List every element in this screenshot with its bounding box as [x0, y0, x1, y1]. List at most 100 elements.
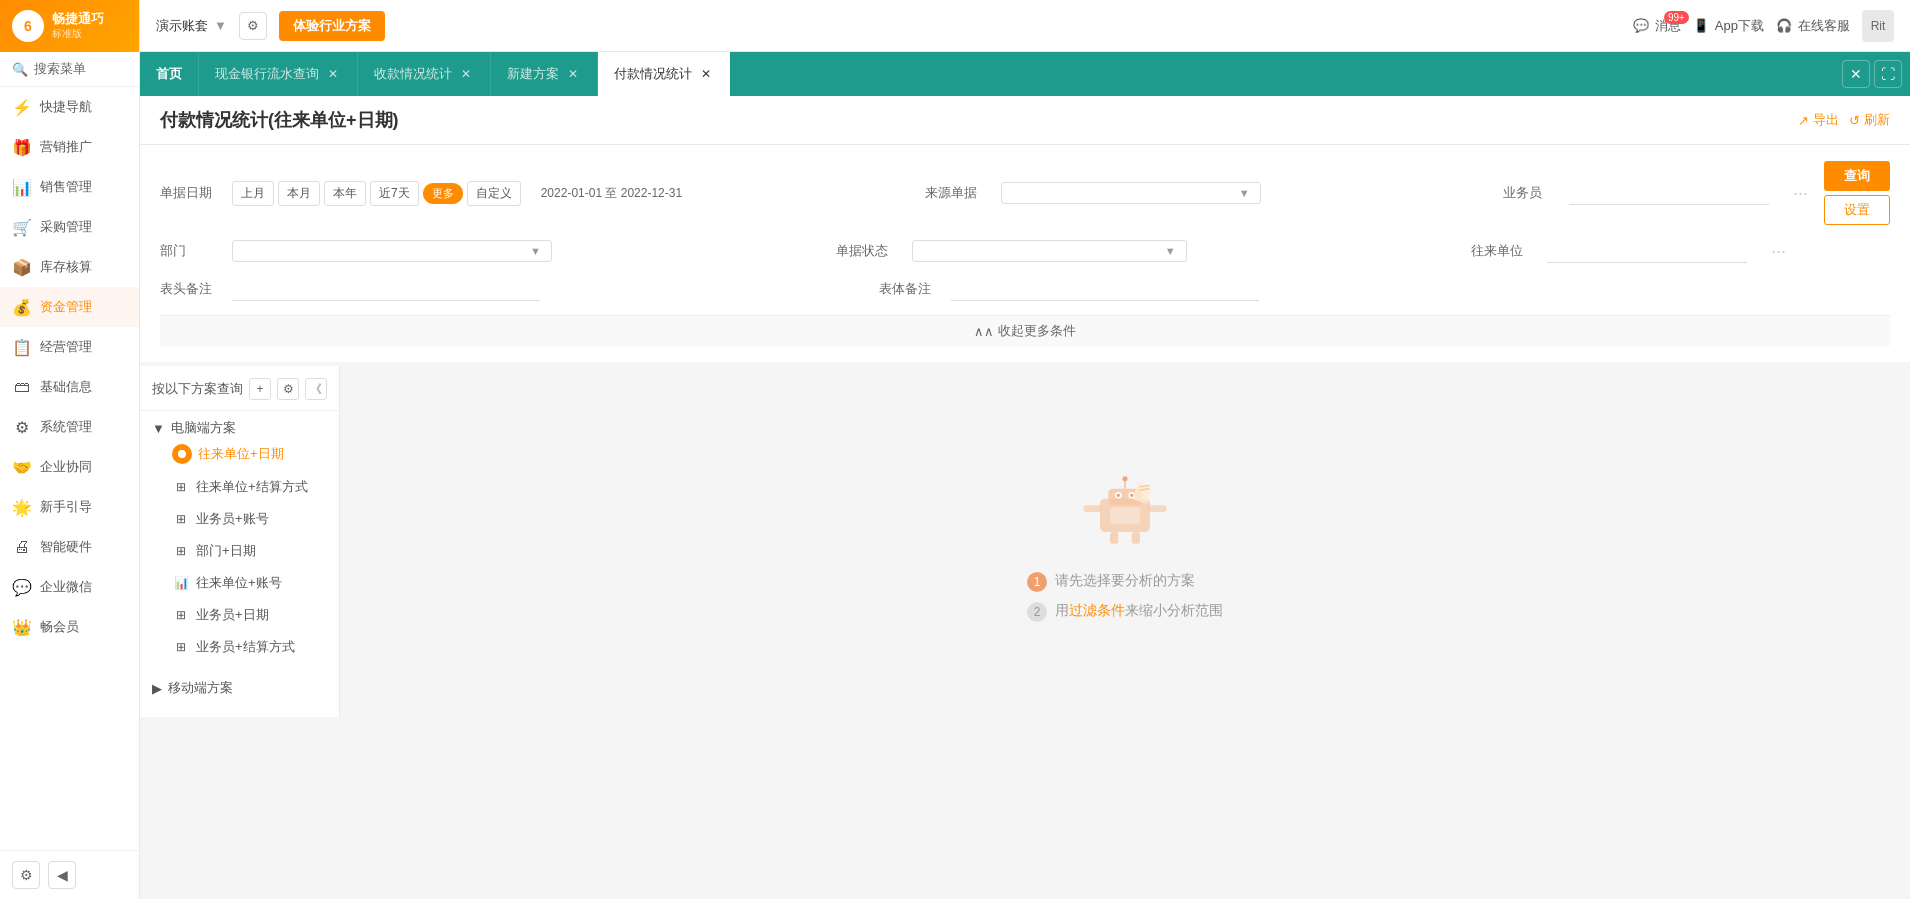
category-title[interactable]: ▼ 电脑端方案 [152, 419, 327, 437]
staff-label: 业务员 [1503, 184, 1553, 202]
staff-more-icon[interactable]: ··· [1793, 183, 1808, 204]
date-btn-last-month[interactable]: 上月 [232, 181, 274, 206]
date-btn-7days[interactable]: 近7天 [370, 181, 419, 206]
staff-input[interactable] [1569, 181, 1769, 205]
header-settings-btn[interactable]: ⚙ [239, 12, 267, 40]
date-range-text: 2022-01-01 至 2022-12-31 [541, 185, 682, 202]
tab-receipt-stat[interactable]: 收款情况统计 ✕ [358, 52, 491, 96]
scheme-label: 往来单位+账号 [196, 574, 282, 592]
scheme-label: 业务员+日期 [196, 606, 269, 624]
sidebar-item-finance[interactable]: 💰 资金管理 [0, 287, 139, 327]
sidebar-brand: 畅捷通巧 标准版 [52, 11, 104, 42]
svg-point-0 [178, 450, 186, 458]
sidebar-item-hardware[interactable]: 🖨 智能硬件 [0, 527, 139, 567]
sidebar-item-quick-nav[interactable]: ⚡ 快捷导航 [0, 87, 139, 127]
sidebar-item-marketing[interactable]: 🎁 营销推广 [0, 127, 139, 167]
sidebar-search[interactable]: 🔍 搜索菜单 [0, 52, 139, 87]
message-badge: 99+ [1664, 11, 1689, 24]
user-avatar[interactable]: Rit [1862, 10, 1894, 42]
tab-close-icon[interactable]: ✕ [325, 66, 341, 82]
tab-close-icon[interactable]: ✕ [458, 66, 474, 82]
sidebar-item-operation[interactable]: 📋 经营管理 [0, 327, 139, 367]
date-btn-custom[interactable]: 自定义 [467, 181, 521, 206]
tab-new-scheme[interactable]: 新建方案 ✕ [491, 52, 598, 96]
main-area: 演示账套 ▼ ⚙ 体验行业方案 💬 消息 99+ 📱 App下载 🎧 在线客服 … [140, 0, 1910, 899]
scheme-staff-date[interactable]: ⊞ 业务员+日期 [164, 599, 327, 631]
tab-expand-btn[interactable]: ⛶ [1874, 60, 1902, 88]
sidebar-item-member[interactable]: 👑 畅会员 [0, 607, 139, 647]
scheme-partner-settle[interactable]: ⊞ 往来单位+结算方式 [164, 471, 327, 503]
tab-home[interactable]: 首页 [140, 52, 199, 96]
scheme-dept-date[interactable]: ⊞ 部门+日期 [164, 535, 327, 567]
hint-text-1: 请先选择要分析的方案 [1055, 572, 1195, 590]
doc-status-select[interactable]: ▼ [912, 240, 1186, 262]
chevron-down-icon: ▼ [530, 245, 541, 257]
footer-collapse-btn[interactable]: ◀ [48, 861, 76, 889]
tab-label: 新建方案 [507, 65, 559, 83]
page-title: 付款情况统计(往来单位+日期) [160, 108, 399, 132]
scheme-partner-account[interactable]: 📊 往来单位+账号 [164, 567, 327, 599]
sidebar-item-guide[interactable]: 🌟 新手引导 [0, 487, 139, 527]
collapse-panel-btn[interactable]: 《 [305, 378, 327, 400]
scheme-category-mobile: ▶ 移动端方案 [140, 671, 339, 705]
trial-btn[interactable]: 体验行业方案 [279, 11, 385, 41]
refresh-btn[interactable]: ↺ 刷新 [1849, 111, 1890, 129]
category-label: 电脑端方案 [171, 419, 236, 437]
tab-payment-stat[interactable]: 付款情况统计 ✕ [598, 52, 730, 96]
chevron-down-icon: ▼ [1165, 245, 1176, 257]
table-icon: ⊞ [172, 478, 190, 496]
collapse-btn[interactable]: ∧∧ 收起更多条件 [160, 315, 1890, 346]
sidebar-item-inventory[interactable]: 📦 库存核算 [0, 247, 139, 287]
tab-close-icon[interactable]: ✕ [698, 66, 714, 82]
sidebar-header: 6 畅捷通巧 标准版 [0, 0, 139, 52]
svg-rect-13 [1110, 507, 1140, 524]
top-header: 演示账套 ▼ ⚙ 体验行业方案 💬 消息 99+ 📱 App下载 🎧 在线客服 … [140, 0, 1910, 52]
dept-select[interactable]: ▼ [232, 240, 552, 262]
sidebar-item-purchase[interactable]: 🛒 采购管理 [0, 207, 139, 247]
table-icon: ⊞ [172, 606, 190, 624]
tab-close-all-btn[interactable]: ✕ [1842, 60, 1870, 88]
date-btn-more[interactable]: 更多 [423, 183, 463, 204]
tab-bank-flow[interactable]: 现金银行流水查询 ✕ [199, 52, 358, 96]
message-btn[interactable]: 💬 消息 99+ [1633, 17, 1681, 35]
doc-status-label: 单据状态 [836, 242, 896, 260]
date-btn-this-month[interactable]: 本月 [278, 181, 320, 206]
category-title-mobile[interactable]: ▶ 移动端方案 [152, 679, 327, 697]
sidebar-label: 新手引导 [40, 498, 92, 516]
service-btn[interactable]: 🎧 在线客服 [1776, 17, 1850, 35]
sidebar-item-enterprise[interactable]: 🤝 企业协同 [0, 447, 139, 487]
service-label: 在线客服 [1798, 17, 1850, 35]
partner-input[interactable] [1547, 239, 1747, 263]
settings-btn[interactable]: 设置 [1824, 195, 1890, 225]
app-download-btn[interactable]: 📱 App下载 [1693, 17, 1764, 35]
tab-close-icon[interactable]: ✕ [565, 66, 581, 82]
scheme-settings-btn[interactable]: ⚙ [277, 378, 299, 400]
scheme-partner-date[interactable]: 往来单位+日期 [164, 437, 327, 471]
scheme-label: 往来单位+结算方式 [196, 478, 308, 496]
header-remark-input[interactable] [232, 277, 540, 301]
sidebar-label: 营销推广 [40, 138, 92, 156]
sidebar-item-basic[interactable]: 🗃 基础信息 [0, 367, 139, 407]
app-icon: 📱 [1693, 18, 1709, 33]
add-scheme-btn[interactable]: + [249, 378, 271, 400]
sidebar-label: 畅会员 [40, 618, 79, 636]
query-btn[interactable]: 查询 [1824, 161, 1890, 191]
body-remark-input[interactable] [951, 277, 1259, 301]
sidebar-item-sales[interactable]: 📊 销售管理 [0, 167, 139, 207]
left-panel: 按以下方案查询 + ⚙ 《 ▼ 电脑端方案 [140, 366, 340, 717]
source-select[interactable]: ▼ [1001, 182, 1261, 204]
org-selector[interactable]: 演示账套 ▼ [156, 17, 227, 35]
svg-rect-11 [1083, 505, 1101, 512]
chart-icon: 📊 [172, 574, 190, 592]
export-btn[interactable]: ↗ 导出 [1798, 111, 1839, 129]
date-btn-this-year[interactable]: 本年 [324, 181, 366, 206]
refresh-label: 刷新 [1864, 111, 1890, 129]
export-label: 导出 [1813, 111, 1839, 129]
scheme-staff-account[interactable]: ⊞ 业务员+账号 [164, 503, 327, 535]
table-icon: ⊞ [172, 542, 190, 560]
sidebar-item-system[interactable]: ⚙ 系统管理 [0, 407, 139, 447]
partner-more-icon[interactable]: ··· [1771, 241, 1786, 262]
scheme-staff-settle[interactable]: ⊞ 业务员+结算方式 [164, 631, 327, 663]
sidebar-item-wechat[interactable]: 💬 企业微信 [0, 567, 139, 607]
footer-settings-btn[interactable]: ⚙ [12, 861, 40, 889]
